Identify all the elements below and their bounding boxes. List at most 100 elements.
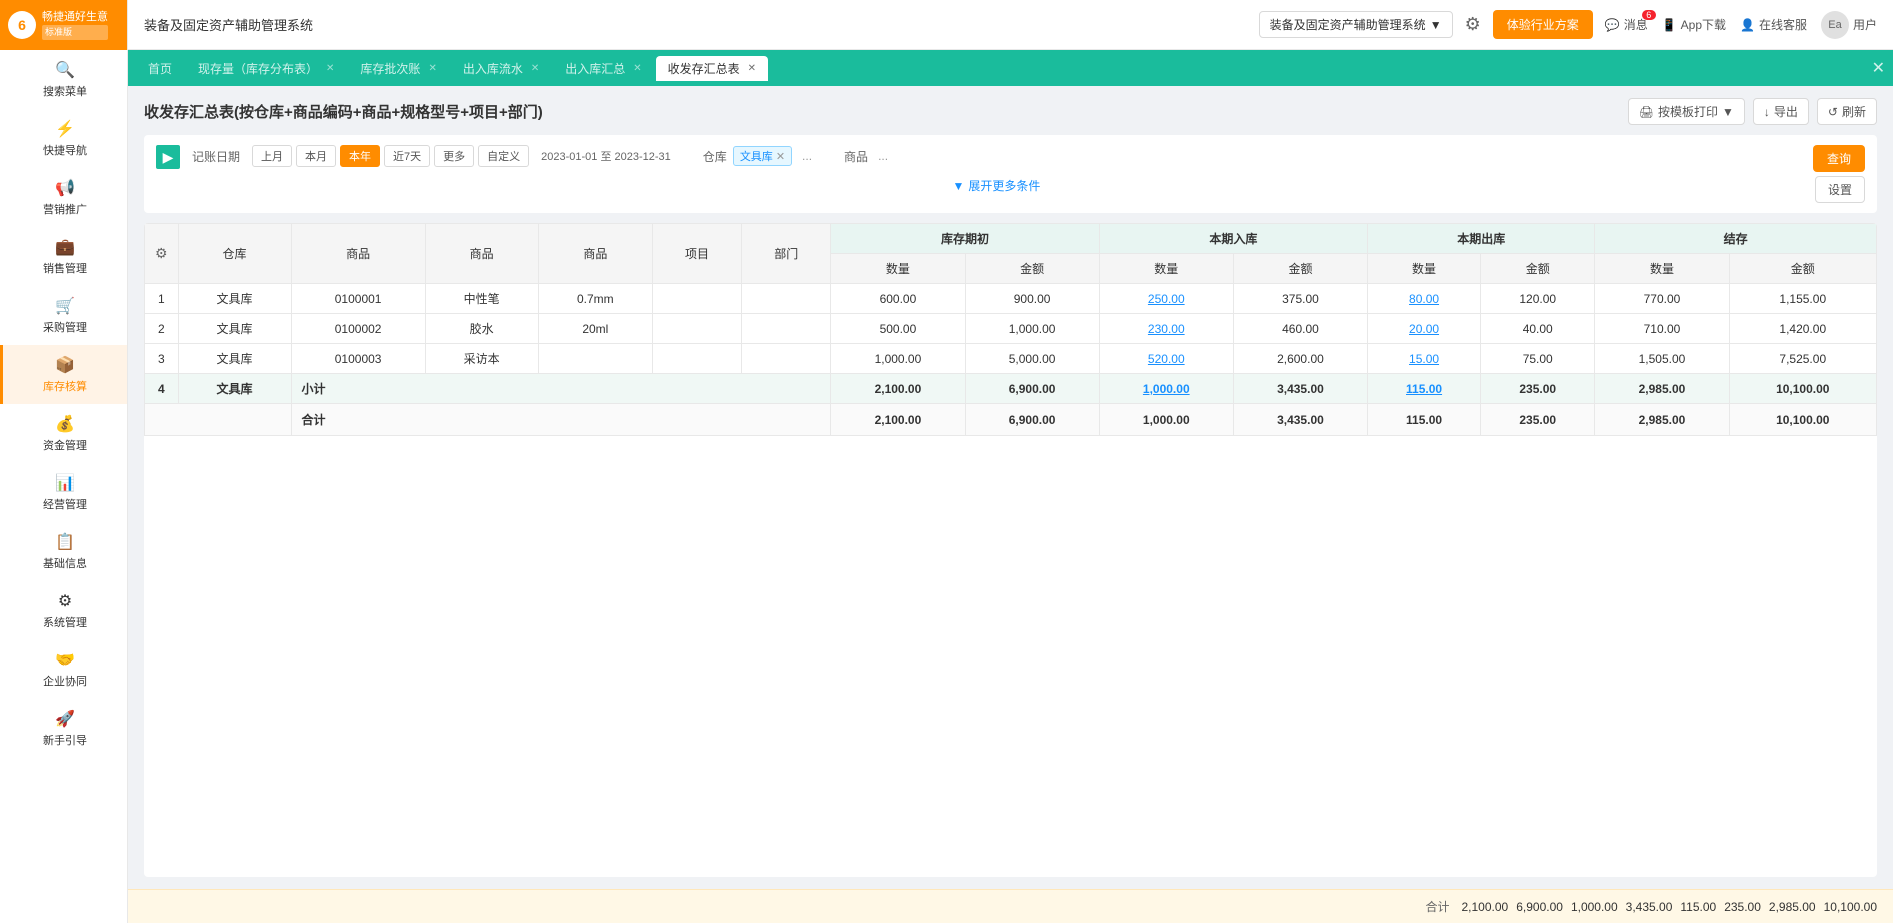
- row-opening-qty: 500.00: [831, 314, 965, 344]
- tab-inout-summary[interactable]: 出入库汇总✕: [553, 56, 653, 81]
- subtotal-out-qty[interactable]: 115.00: [1368, 374, 1481, 404]
- th-warehouse: 仓库: [178, 224, 291, 284]
- tab-close-inventory-dist[interactable]: ✕: [326, 63, 334, 74]
- sidebar-item-search[interactable]: 🔍搜索菜单: [0, 50, 127, 109]
- total-out-amt: 235.00: [1481, 404, 1595, 436]
- set-button[interactable]: 设置: [1815, 176, 1865, 203]
- online-service-btn[interactable]: 👤 在线客服: [1740, 16, 1807, 33]
- close-all-tabs[interactable]: ✕: [1872, 58, 1885, 78]
- settings-icon[interactable]: ⚙: [1465, 14, 1481, 35]
- warehouse-tag[interactable]: 文具库 ✕: [733, 146, 792, 166]
- system-dropdown[interactable]: 装备及固定资产辅助管理系统 ▼: [1259, 11, 1453, 38]
- sidebar-label-inventory: 库存核算: [43, 378, 87, 394]
- product-more[interactable]: ...: [878, 149, 888, 163]
- date-btn-本年[interactable]: 本年: [340, 145, 380, 167]
- sidebar-item-inventory[interactable]: 📦库存核算: [0, 345, 127, 404]
- tab-close-batch[interactable]: ✕: [428, 63, 436, 74]
- sidebar: 6 畅捷通好生意 标准版 🔍搜索菜单⚡快捷导航📢营销推广💼销售管理🛒采购管理📦库…: [0, 0, 128, 923]
- row-in-qty[interactable]: 250.00: [1099, 284, 1233, 314]
- sidebar-item-guide[interactable]: 🚀新手引导: [0, 699, 127, 758]
- main-content: 装备及固定资产辅助管理系统 装备及固定资产辅助管理系统 ▼ ⚙ 体验行业方案 💬…: [128, 0, 1893, 923]
- row-department: [742, 284, 831, 314]
- row-in-qty[interactable]: 520.00: [1099, 344, 1233, 374]
- user-btn[interactable]: Ea 用户: [1821, 11, 1877, 39]
- th-project: 项目: [652, 224, 741, 284]
- table-settings-th[interactable]: ⚙: [145, 224, 179, 284]
- total-label: [145, 404, 292, 436]
- query-button[interactable]: 查询: [1813, 145, 1865, 172]
- tab-recv-send-summary[interactable]: 收发存汇总表✕: [656, 56, 768, 81]
- tab-batch[interactable]: 库存批次账✕: [348, 56, 448, 81]
- sidebar-item-quick-nav[interactable]: ⚡快捷导航: [0, 109, 127, 168]
- refresh-button[interactable]: ↺ 刷新: [1817, 98, 1877, 125]
- row-closing-amt: 1,155.00: [1729, 284, 1876, 314]
- page-header: 收发存汇总表(按仓库+商品编码+商品+规格型号+项目+部门) 🖨 按模板打印 ▼…: [144, 98, 1877, 125]
- row-opening-qty: 1,000.00: [831, 344, 965, 374]
- row-opening-qty: 600.00: [831, 284, 965, 314]
- subtotal-num: 4: [145, 374, 179, 404]
- data-table-container: ⚙ 仓库 商品 商品 商品 项目 部门 库存期初 本期入库 本期出库 结存: [144, 223, 1877, 877]
- table-row: 1 文具库 0100001 中性笔 0.7mm 600.00 900.00 25…: [145, 284, 1877, 314]
- bottom-opening-qty: 2,100.00: [1462, 900, 1509, 914]
- sidebar-item-purchase[interactable]: 🛒采购管理: [0, 286, 127, 345]
- table-settings-icon[interactable]: ⚙: [155, 245, 168, 261]
- sidebar-item-system[interactable]: ⚙系统管理: [0, 581, 127, 640]
- sidebar-label-finance: 资金管理: [43, 437, 87, 453]
- row-opening-amt: 5,000.00: [965, 344, 1099, 374]
- th-closing-group: 结存: [1595, 224, 1877, 254]
- message-badge: 6: [1642, 10, 1656, 20]
- data-table: ⚙ 仓库 商品 商品 商品 项目 部门 库存期初 本期入库 本期出库 结存: [144, 223, 1877, 436]
- row-out-qty[interactable]: 20.00: [1368, 314, 1481, 344]
- warehouse-tag-remove[interactable]: ✕: [776, 150, 785, 163]
- tab-home[interactable]: 首页: [136, 56, 184, 81]
- row-warehouse: 文具库: [178, 344, 291, 374]
- row-out-qty[interactable]: 15.00: [1368, 344, 1481, 374]
- filter-toggle-button[interactable]: ▶: [156, 145, 180, 169]
- tab-close-inout-flow[interactable]: ✕: [531, 63, 539, 74]
- date-btn-上月[interactable]: 上月: [252, 145, 292, 167]
- sidebar-item-marketing[interactable]: 📢营销推广: [0, 168, 127, 227]
- trial-button[interactable]: 体验行业方案: [1493, 10, 1593, 39]
- tab-close-recv-send-summary[interactable]: ✕: [748, 63, 756, 74]
- th-opening-group: 库存期初: [831, 224, 1099, 254]
- total-opening-amt: 6,900.00: [965, 404, 1099, 436]
- total-out-qty: 115.00: [1368, 404, 1481, 436]
- date-btn-更多[interactable]: 更多: [434, 145, 474, 167]
- row-project: [652, 314, 741, 344]
- th-out-qty: 数量: [1368, 254, 1481, 284]
- row-num: 3: [145, 344, 179, 374]
- expand-filters-button[interactable]: ▼ 展开更多条件: [192, 177, 1801, 194]
- row-in-qty[interactable]: 230.00: [1099, 314, 1233, 344]
- th-in-qty: 数量: [1099, 254, 1233, 284]
- sidebar-item-operation[interactable]: 📊经营管理: [0, 463, 127, 522]
- subtotal-opening-amt: 6,900.00: [965, 374, 1099, 404]
- warehouse-more[interactable]: ...: [802, 149, 812, 163]
- date-range: 2023-01-01 至 2023-12-31: [541, 148, 671, 164]
- th-opening-amt: 金额: [965, 254, 1099, 284]
- row-in-amt: 2,600.00: [1233, 344, 1367, 374]
- tab-close-inout-summary[interactable]: ✕: [633, 63, 641, 74]
- sidebar-item-finance[interactable]: 💰资金管理: [0, 404, 127, 463]
- row-out-qty[interactable]: 80.00: [1368, 284, 1481, 314]
- logo-icon: 6: [8, 11, 36, 39]
- tab-inout-flow[interactable]: 出入库流水✕: [451, 56, 551, 81]
- bottom-in-amt: 3,435.00: [1626, 900, 1673, 914]
- total-row: 合计 2,100.00 6,900.00 1,000.00 3,435.00 1…: [145, 404, 1877, 436]
- row-product-spec: 20ml: [538, 314, 652, 344]
- app-download-btn[interactable]: 📱 App下载: [1662, 16, 1726, 33]
- messages-btn[interactable]: 💬 消息 6: [1605, 16, 1648, 33]
- date-btn-本月[interactable]: 本月: [296, 145, 336, 167]
- sidebar-item-sales[interactable]: 💼销售管理: [0, 227, 127, 286]
- tab-inventory-dist[interactable]: 现存量（库存分布表）✕: [186, 56, 346, 81]
- template-print-button[interactable]: 🖨 按模板打印 ▼: [1628, 98, 1745, 125]
- row-closing-amt: 7,525.00: [1729, 344, 1876, 374]
- date-btn-近7天[interactable]: 近7天: [384, 145, 430, 167]
- date-btn-自定义[interactable]: 自定义: [478, 145, 529, 167]
- export-button[interactable]: ↓ 导出: [1753, 98, 1809, 125]
- sidebar-item-basic-info[interactable]: 📋基础信息: [0, 522, 127, 581]
- bottom-out-qty: 115.00: [1680, 900, 1716, 914]
- subtotal-in-qty[interactable]: 1,000.00: [1099, 374, 1233, 404]
- filter-action-btns: 查询 设置: [1813, 145, 1865, 203]
- sidebar-item-enterprise[interactable]: 🤝企业协同: [0, 640, 127, 699]
- th-out-group: 本期出库: [1368, 224, 1595, 254]
